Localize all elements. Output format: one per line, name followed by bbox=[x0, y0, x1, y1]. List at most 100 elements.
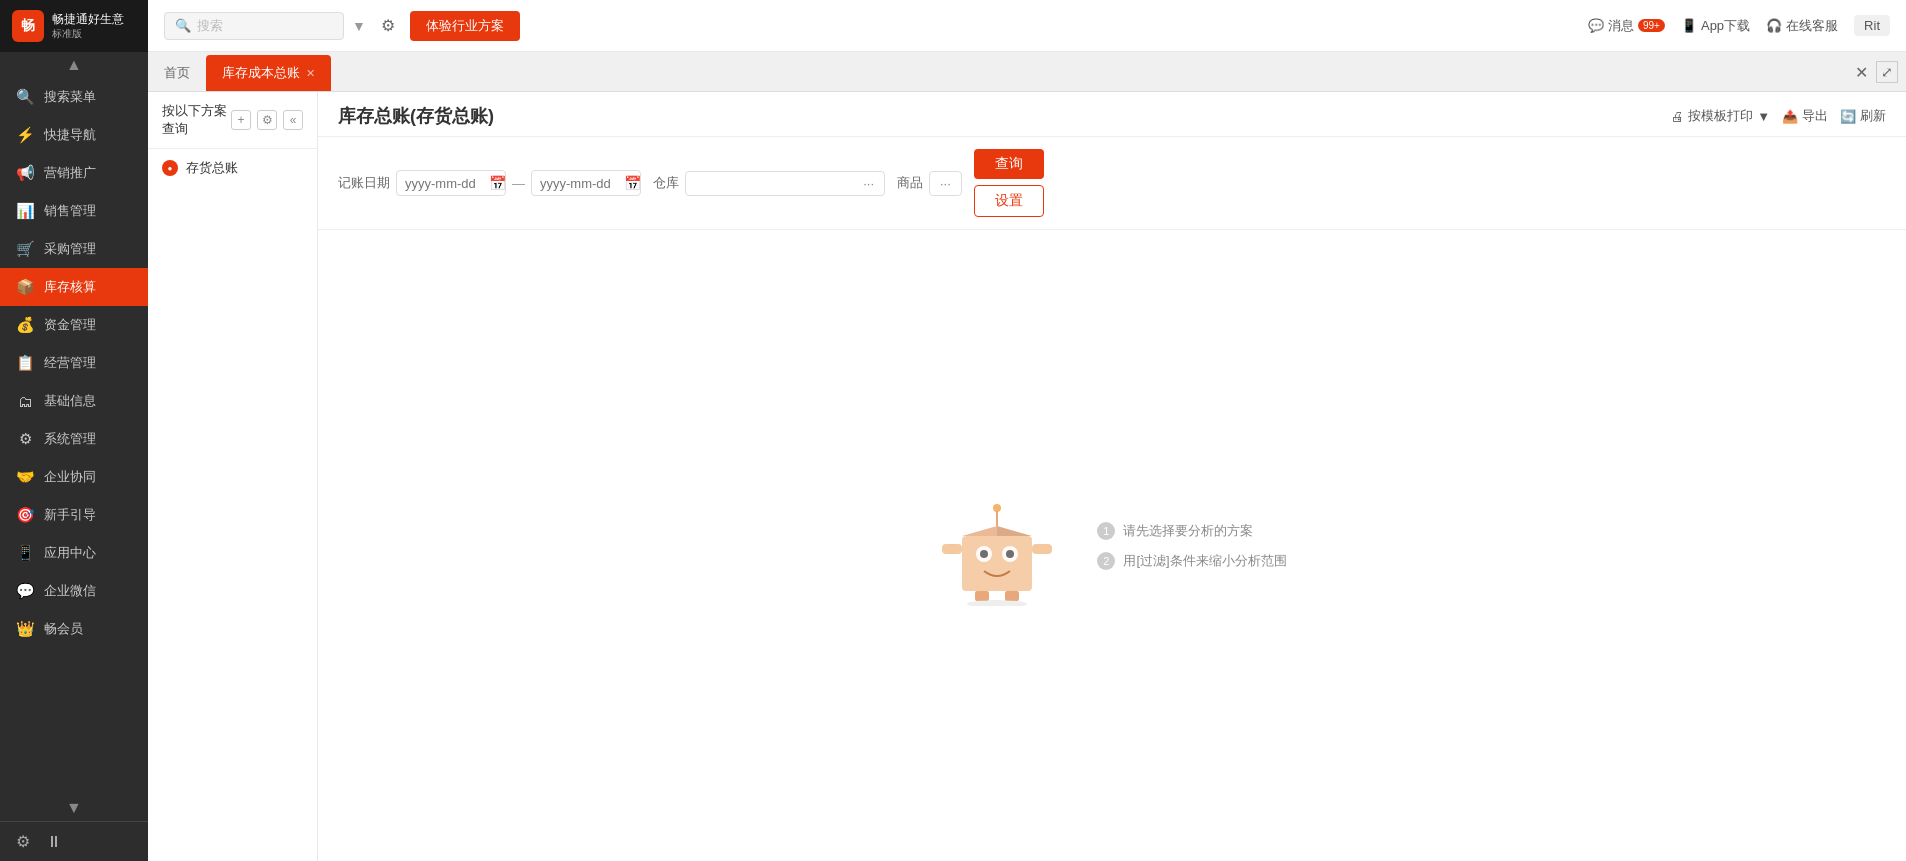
sidebar-nav: 🔍 搜索菜单 ⚡ 快捷导航 📢 营销推广 📊 销售管理 🛒 采购管理 📦 库存核… bbox=[0, 78, 148, 795]
hint-text-1: 请先选择要分析的方案 bbox=[1123, 522, 1253, 540]
query-btn[interactable]: 查询 bbox=[974, 149, 1044, 179]
goods-more-icon[interactable]: ··· bbox=[940, 176, 951, 191]
sidebar-item-label-purchase: 采购管理 bbox=[44, 240, 96, 258]
sidebar: 畅 畅捷通好生意 标准版 ▲ 🔍 搜索菜单 ⚡ 快捷导航 📢 营销推广 📊 销售… bbox=[0, 0, 148, 861]
purchase-icon: 🛒 bbox=[16, 240, 34, 258]
search-icon: 🔍 bbox=[16, 88, 34, 106]
tab-close-icon[interactable]: ✕ bbox=[306, 68, 315, 79]
sidebar-item-wechat[interactable]: 💬 企业微信 bbox=[0, 572, 148, 610]
sidebar-item-appcenter[interactable]: 📱 应用中心 bbox=[0, 534, 148, 572]
empty-hint-1: 1 请先选择要分析的方案 bbox=[1097, 522, 1286, 540]
message-icon: 💬 bbox=[1588, 18, 1604, 33]
industry-btn[interactable]: 体验行业方案 bbox=[410, 11, 520, 41]
footer-collapse-icon[interactable]: ⏸ bbox=[46, 833, 62, 851]
print-btn[interactable]: 🖨 按模板打印 ▼ bbox=[1671, 107, 1770, 125]
filter-item-inventory[interactable]: 存货总账 bbox=[148, 149, 317, 187]
headset-icon: 🎧 bbox=[1766, 18, 1782, 33]
app-name: 畅捷通好生意 bbox=[52, 11, 124, 28]
shortcut-icon: ⚡ bbox=[16, 126, 34, 144]
sidebar-item-shortcut[interactable]: ⚡ 快捷导航 bbox=[0, 116, 148, 154]
tabbar: 首页 库存成本总账 ✕ ✕ ⤢ bbox=[148, 52, 1906, 92]
empty-illustration bbox=[937, 486, 1057, 606]
sidebar-item-sales[interactable]: 📊 销售管理 bbox=[0, 192, 148, 230]
footer-settings-icon[interactable]: ⚙ bbox=[16, 832, 30, 851]
tab-home[interactable]: 首页 bbox=[148, 55, 206, 91]
export-btn[interactable]: 📤 导出 bbox=[1782, 107, 1828, 125]
hint-num-2: 2 bbox=[1097, 552, 1115, 570]
date-end-field[interactable] bbox=[540, 176, 620, 191]
sidebar-item-label-member: 畅会员 bbox=[44, 620, 83, 638]
calendar-start-icon[interactable]: 📅 bbox=[489, 175, 506, 191]
app-version: 标准版 bbox=[52, 27, 124, 41]
date-field: 记账日期 📅 — 📅 bbox=[338, 170, 641, 196]
refresh-btn[interactable]: 🔄 刷新 bbox=[1840, 107, 1886, 125]
warehouse-label: 仓库 bbox=[653, 174, 679, 192]
sidebar-item-label-cooperation: 企业协同 bbox=[44, 468, 96, 486]
date-start-input[interactable]: 📅 bbox=[396, 170, 506, 196]
sidebar-item-inventory[interactable]: 📦 库存核算 bbox=[0, 268, 148, 306]
sidebar-scroll-up[interactable]: ▲ bbox=[0, 52, 148, 78]
appcenter-icon: 📱 bbox=[16, 544, 34, 562]
svg-rect-8 bbox=[1005, 591, 1019, 601]
action-btns: 查询 设置 bbox=[974, 149, 1044, 217]
print-label: 按模板打印 bbox=[1688, 107, 1753, 125]
svg-point-6 bbox=[1006, 550, 1014, 558]
app-logo: 畅 畅捷通好生意 标准版 bbox=[0, 0, 148, 52]
warehouse-more-icon[interactable]: ··· bbox=[863, 176, 874, 191]
search-bar: 记账日期 📅 — 📅 仓库 ··· bbox=[318, 137, 1906, 230]
member-icon: 👑 bbox=[16, 620, 34, 638]
sidebar-item-marketing[interactable]: 📢 营销推广 bbox=[0, 154, 148, 192]
sidebar-item-member[interactable]: 👑 畅会员 bbox=[0, 610, 148, 648]
date-separator: — bbox=[512, 176, 525, 191]
sidebar-item-guide[interactable]: 🎯 新手引导 bbox=[0, 496, 148, 534]
inventory-icon: 📦 bbox=[16, 278, 34, 296]
sidebar-item-system[interactable]: ⚙ 系统管理 bbox=[0, 420, 148, 458]
svg-rect-7 bbox=[975, 591, 989, 601]
sidebar-item-purchase[interactable]: 🛒 采购管理 bbox=[0, 230, 148, 268]
topbar-search-placeholder: 搜索 bbox=[197, 17, 223, 35]
sidebar-item-label-finance: 资金管理 bbox=[44, 316, 96, 334]
goods-label: 商品 bbox=[897, 174, 923, 192]
sidebar-item-search[interactable]: 🔍 搜索菜单 bbox=[0, 78, 148, 116]
online-service-btn[interactable]: 🎧 在线客服 bbox=[1766, 17, 1838, 35]
tab-inventory-label: 库存成本总账 bbox=[222, 64, 300, 82]
sidebar-item-label-operation: 经营管理 bbox=[44, 354, 96, 372]
sidebar-scroll-down[interactable]: ▼ bbox=[0, 795, 148, 821]
date-end-input[interactable]: 📅 bbox=[531, 170, 641, 196]
topbar-search-box[interactable]: 🔍 搜索 bbox=[164, 12, 344, 40]
main-wrapper: 🔍 搜索 ▼ ⚙ 体验行业方案 💬 消息 99+ 📱 App下载 🎧 在线客服 … bbox=[148, 0, 1906, 861]
tab-panel-close-icon[interactable]: ✕ bbox=[1855, 63, 1868, 82]
svg-rect-0 bbox=[962, 536, 1032, 591]
warehouse-input[interactable]: ··· bbox=[685, 171, 885, 196]
topbar-gear-icon[interactable]: ⚙ bbox=[374, 12, 402, 40]
marketing-icon: 📢 bbox=[16, 164, 34, 182]
svg-point-12 bbox=[993, 504, 1001, 512]
refresh-icon: 🔄 bbox=[1840, 109, 1856, 124]
sidebar-item-basic[interactable]: 🗂 基础信息 bbox=[0, 382, 148, 420]
filter-sidebar: 按以下方案查询 + ⚙ « 存货总账 bbox=[148, 92, 318, 861]
sidebar-item-finance[interactable]: 💰 资金管理 bbox=[0, 306, 148, 344]
topbar-dropdown-icon[interactable]: ▼ bbox=[352, 18, 366, 34]
messages-btn[interactable]: 💬 消息 99+ bbox=[1588, 17, 1665, 35]
sidebar-item-label-marketing: 营销推广 bbox=[44, 164, 96, 182]
svg-rect-10 bbox=[1032, 544, 1052, 554]
filter-collapse-btn[interactable]: « bbox=[283, 110, 303, 130]
settings-btn[interactable]: 设置 bbox=[974, 185, 1044, 217]
online-service-label: 在线客服 bbox=[1786, 17, 1838, 35]
calendar-end-icon[interactable]: 📅 bbox=[624, 175, 641, 191]
export-icon: 📤 bbox=[1782, 109, 1798, 124]
date-start-field[interactable] bbox=[405, 176, 485, 191]
user-account[interactable]: Rit bbox=[1854, 15, 1890, 36]
page-title: 库存总账(存货总账) bbox=[338, 104, 494, 128]
sidebar-item-operation[interactable]: 📋 经营管理 bbox=[0, 344, 148, 382]
messages-label: 消息 bbox=[1608, 17, 1634, 35]
filter-header-actions: + ⚙ « bbox=[231, 110, 303, 130]
goods-input[interactable]: ··· bbox=[929, 171, 962, 196]
filter-settings-btn[interactable]: ⚙ bbox=[257, 110, 277, 130]
app-download-btn[interactable]: 📱 App下载 bbox=[1681, 17, 1750, 35]
tab-expand-icon[interactable]: ⤢ bbox=[1876, 61, 1898, 83]
tab-inventory-ledger[interactable]: 库存成本总账 ✕ bbox=[206, 55, 331, 91]
filter-add-btn[interactable]: + bbox=[231, 110, 251, 130]
hint-num-1: 1 bbox=[1097, 522, 1115, 540]
sidebar-item-cooperation[interactable]: 🤝 企业协同 bbox=[0, 458, 148, 496]
